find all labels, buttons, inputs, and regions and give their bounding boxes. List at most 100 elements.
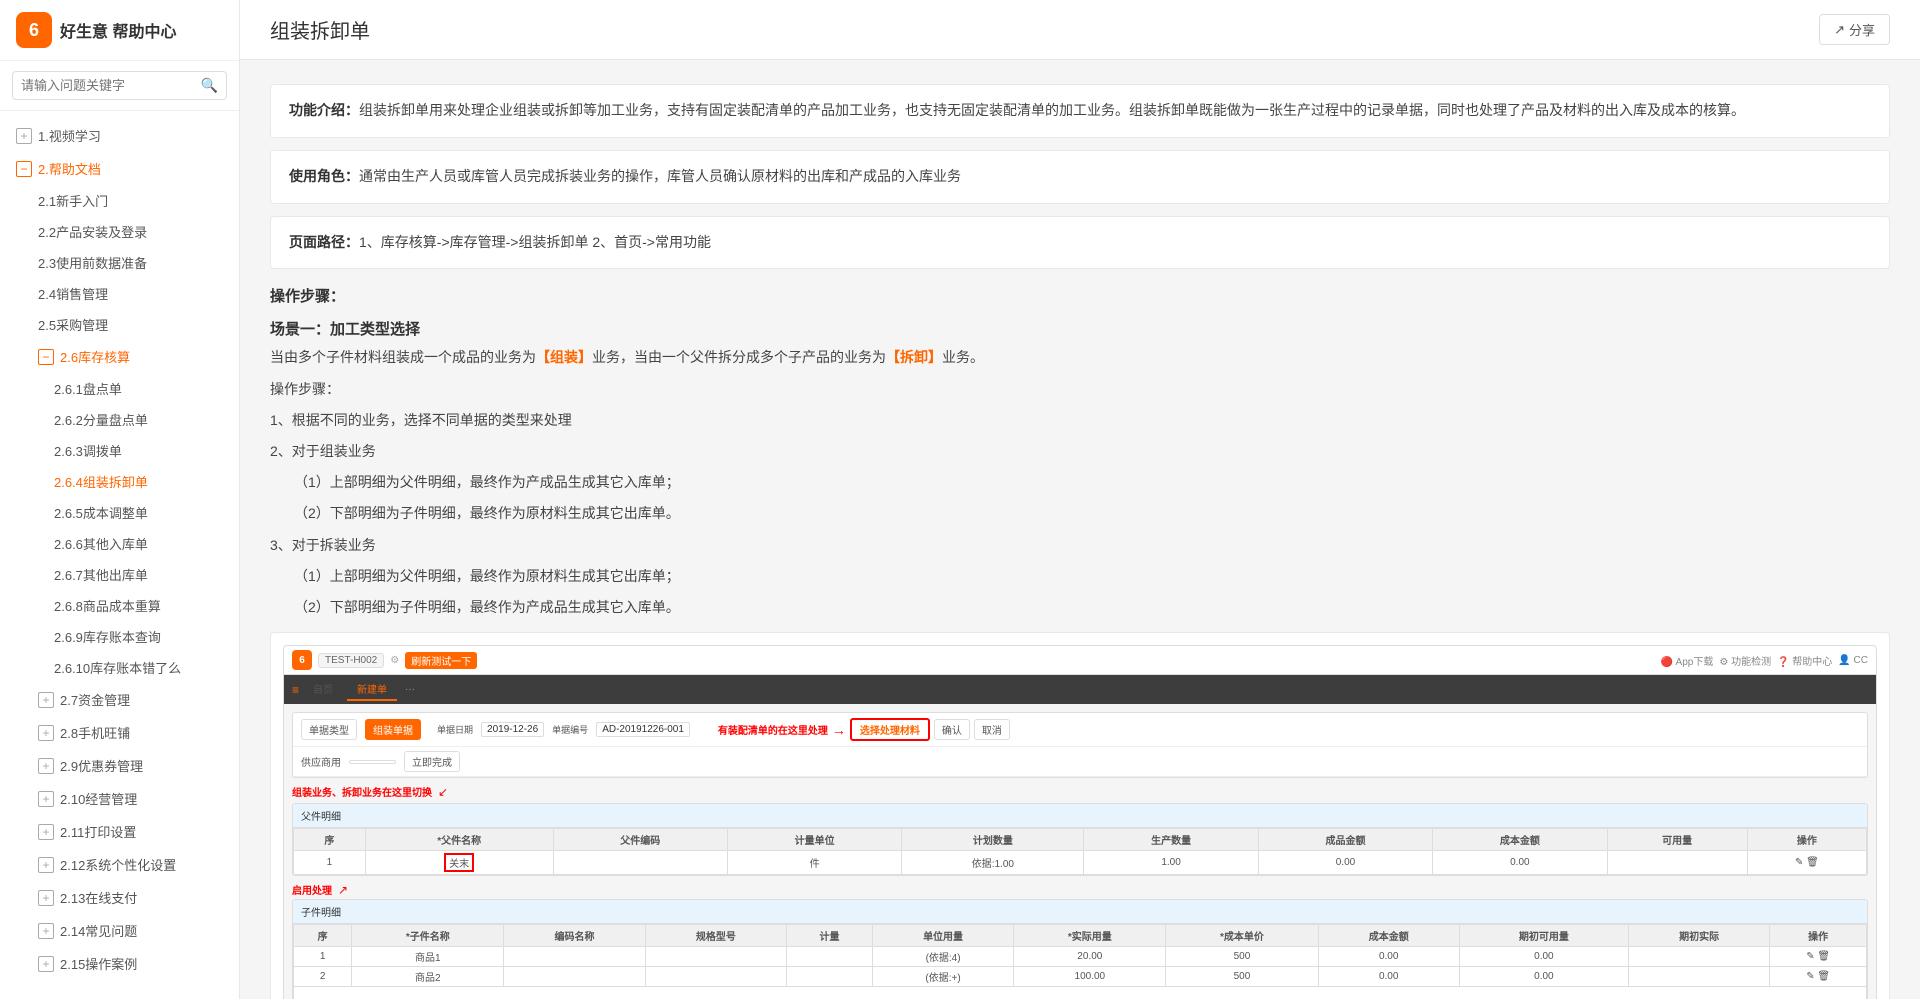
content-area: 功能介绍：组装拆卸单用来处理企业组装或拆卸等加工业务，支持有固定装配清单的产品加… <box>240 60 1920 999</box>
sim-top-row0-avail <box>1607 851 1747 875</box>
sim-top-col-2: 父件编码 <box>553 829 727 851</box>
sim-top-table-body: 1 关末 件 依据:1.00 1.00 0.00 <box>294 851 1867 875</box>
sim-bottom-table-header: 子件明细 <box>293 900 1867 924</box>
sim-bot-r0-unit <box>787 947 873 967</box>
sidebar-item-2-13[interactable]: + 2.13在线支付 <box>38 881 239 914</box>
sim-nav: ≡ 自页 新建单 ··· <box>284 675 1876 704</box>
sim-topbar: 6 TEST-H002 ⚙ 刷新测试一下 🔴 App下载 ⚙ 功能检测 ❓ 帮助… <box>284 646 1876 675</box>
sidebar-item-2-3[interactable]: 2.3使用前数据准备 <box>38 247 239 278</box>
sidebar-item-2-4[interactable]: 2.4销售管理 <box>38 278 239 309</box>
sidebar-item-2-11[interactable]: + 2.11打印设置 <box>38 815 239 848</box>
sim-bot-r0-code <box>504 947 645 967</box>
sim-red-box-name: 关末 <box>444 853 474 872</box>
sidebar-item-2-6-3[interactable]: 2.6.3调拨单 <box>54 435 239 466</box>
sim-toolbar-section: 单据类型 组装单据 单据日期 2019-12-26 单据编号 AD-201912… <box>292 712 1868 778</box>
sim-bot-r0-unitcost: 500 <box>1166 947 1318 967</box>
sidebar-item-2-6-7[interactable]: 2.6.7其他出库单 <box>54 559 239 590</box>
sidebar-item-2-10[interactable]: + 2.10经营管理 <box>38 782 239 815</box>
expand-icon-2: − <box>16 161 32 177</box>
sidebar-item-2-6-8[interactable]: 2.6.8商品成本重算 <box>54 590 239 621</box>
sidebar-item-2[interactable]: − 2.帮助文档 <box>0 152 239 185</box>
sim-bot-r1-spec <box>645 967 786 987</box>
sim-bot-r1-unitcost: 500 <box>1166 967 1318 987</box>
scenario1-title: 场景一：加工类型选择 <box>270 318 1890 339</box>
sim-top-col-6: 成品金额 <box>1258 829 1432 851</box>
expand-icon-2-11: + <box>38 824 54 840</box>
sim-annotation-area: 有装配清单的在这里处理 → 选择处理材料 确认 取消 <box>718 718 1859 741</box>
sidebar-item-2-9[interactable]: + 2.9优惠券管理 <box>38 749 239 782</box>
sim-top-col-0: 序 <box>294 829 366 851</box>
sidebar-item-2-6-4[interactable]: 2.6.4组装拆卸单 <box>54 466 239 497</box>
sim-supplier-input <box>349 760 396 764</box>
sidebar-item-2-12-label: 2.12系统个性化设置 <box>60 855 176 874</box>
sim-nav-more: ··· <box>405 684 415 695</box>
sim-arrow1: → <box>832 722 846 738</box>
sim-bot-r0-op: ✎ 🗑 <box>1770 947 1867 967</box>
sim-bot-r1-costamt: 0.00 <box>1318 967 1459 987</box>
scenario1-desc: 当由多个子件材料组装成一个成品的业务为【组装】业务，当由一个父件拆分成多个子产品… <box>270 345 1890 370</box>
sim-bot-r1-unit <box>787 967 873 987</box>
sim-logo: 6 <box>292 650 312 670</box>
sim-top-row0-price: 0.00 <box>1258 851 1432 875</box>
sidebar-item-2-2[interactable]: 2.2产品安装及登录 <box>38 216 239 247</box>
step-2-1: （1）上部明细为父件明细，最终作为产成品生成其它入库单； <box>270 470 1890 495</box>
search-input[interactable] <box>21 78 201 93</box>
step-3-1: （1）上部明细为父件明细，最终作为原材料生成其它出库单； <box>270 564 1890 589</box>
sidebar-item-2-label: 2.帮助文档 <box>38 159 101 178</box>
sim-date-value: 2019-12-26 <box>481 722 544 737</box>
share-button[interactable]: ↗ 分享 <box>1819 14 1890 45</box>
sim-bot-r1-name: 商品2 <box>352 967 504 987</box>
sim-right-icons: 🔴 App下载 ⚙ 功能检测 ❓ 帮助中心 👤 CC <box>1661 653 1868 668</box>
sim-bot-col-unitcost: *成本单价 <box>1166 925 1318 947</box>
sidebar-item-2-6[interactable]: − 2.6库存核算 <box>38 340 239 373</box>
sim-top-table-title: 父件明细 <box>301 808 341 823</box>
sim-annotation2: 组装业务、拆卸业务在这里切换 <box>292 784 432 799</box>
table-row: 2 商品2 (依据:+) 100.00 500 0.00 <box>294 967 1867 987</box>
search-box[interactable]: 🔍 <box>12 71 227 100</box>
sidebar-item-2-6-5[interactable]: 2.6.5成本调整单 <box>54 497 239 528</box>
sidebar-item-2-6-2[interactable]: 2.6.2分量盘点单 <box>54 404 239 435</box>
expand-icon-1: + <box>16 128 32 144</box>
sim-top-col-9: 操作 <box>1747 829 1866 851</box>
sim-bot-col-initavail: 期初可用量 <box>1459 925 1628 947</box>
sim-content-area: 单据类型 组装单据 单据日期 2019-12-26 单据编号 AD-201912… <box>284 704 1876 999</box>
expand-icon-2-15: + <box>38 956 54 972</box>
sidebar-item-2-6-10[interactable]: 2.6.10库存账本错了么 <box>54 652 239 683</box>
sidebar-item-2-6-9[interactable]: 2.6.9库存账本查询 <box>54 621 239 652</box>
sim-top-row0-cost: 0.00 <box>1433 851 1607 875</box>
sidebar-item-2-7-label: 2.7资金管理 <box>60 690 130 709</box>
sidebar-item-2-14[interactable]: + 2.14常见问题 <box>38 914 239 947</box>
sidebar-item-1[interactable]: + 1.视频学习 <box>0 119 239 152</box>
sidebar-item-2-15[interactable]: + 2.15操作案例 <box>38 947 239 980</box>
sidebar-item-2-5[interactable]: 2.5采购管理 <box>38 309 239 340</box>
sim-top-row0-plan: 依据:1.00 <box>902 851 1084 875</box>
page-title: 组装拆卸单 <box>270 15 370 44</box>
sidebar-item-2-12[interactable]: + 2.12系统个性化设置 <box>38 848 239 881</box>
sim-bot-r0-initactual <box>1628 947 1769 967</box>
sim-top-col-3: 计量单位 <box>727 829 901 851</box>
logo-text: 好生意 帮助中心 <box>60 18 176 42</box>
sidebar-item-2-15-label: 2.15操作案例 <box>60 954 137 973</box>
sidebar-item-2-6-1[interactable]: 2.6.1盘点单 <box>54 373 239 404</box>
sim-tab-new: 新建单 <box>347 678 397 701</box>
sidebar-item-2-7[interactable]: + 2.7资金管理 <box>38 683 239 716</box>
logo-area: 6 好生意 帮助中心 <box>0 0 239 61</box>
sim-bottom-table: 序 *子件名称 编码名称 规格型号 计量 单位用量 *实际用量 *成本单价 成本 <box>293 924 1867 999</box>
main-header: 组装拆卸单 ↗ 分享 <box>240 0 1920 60</box>
sidebar-item-2-14-label: 2.14常见问题 <box>60 921 137 940</box>
sim-bot-col-initactual: 期初实际 <box>1628 925 1769 947</box>
sim-bot-col-costamt: 成本金额 <box>1318 925 1459 947</box>
sim-top-table-section: 父件明细 序 *父件名称 父件编码 计量单位 <box>292 803 1868 876</box>
share-icon: ↗ <box>1834 22 1845 38</box>
steps-title: 操作步骤： <box>270 285 1890 306</box>
sidebar-item-2-11-label: 2.11打印设置 <box>60 822 136 841</box>
path-text: 1、库存核算->库存管理->组装拆卸单 2、首页->常用功能 <box>359 234 711 250</box>
sidebar-item-2-8[interactable]: + 2.8手机旺铺 <box>38 716 239 749</box>
search-icon[interactable]: 🔍 <box>201 77 218 94</box>
sim-btn-cancel: 取消 <box>974 719 1010 740</box>
sidebar-item-2-1[interactable]: 2.1新手入门 <box>38 185 239 216</box>
sim-bot-r1-initactual <box>1628 967 1769 987</box>
logo-icon: 6 <box>16 12 52 48</box>
sidebar-item-2-6-6[interactable]: 2.6.6其他入库单 <box>54 528 239 559</box>
table-row: 1 商品1 (依据:4) 20.00 500 0.00 <box>294 947 1867 967</box>
